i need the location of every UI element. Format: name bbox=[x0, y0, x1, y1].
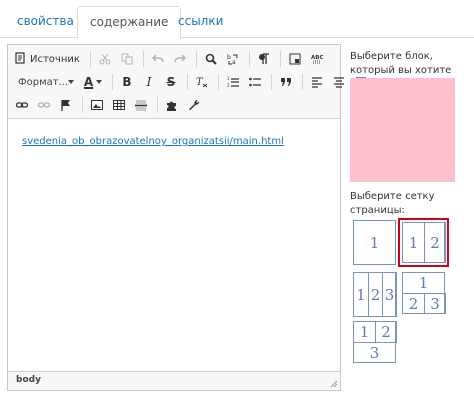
svg-text:ABC: ABC bbox=[311, 55, 323, 61]
grid-cell: 3 bbox=[382, 272, 397, 317]
wrench-icon bbox=[189, 99, 200, 111]
replace-icon: ba bbox=[227, 54, 238, 65]
align-left-button[interactable] bbox=[307, 72, 327, 92]
numbered-list-button[interactable]: 12 bbox=[223, 72, 243, 92]
strike-button[interactable]: S bbox=[161, 72, 181, 92]
scissors-icon bbox=[99, 53, 111, 65]
table-icon bbox=[113, 100, 125, 110]
editor-statusbar: body bbox=[8, 371, 340, 390]
editor-toolbar: Источник ba ABC Формат... A B I S T 1 2 bbox=[8, 45, 366, 119]
grid-cell: 3 bbox=[424, 293, 446, 314]
svg-text:T: T bbox=[196, 77, 204, 88]
format-dropdown-label: Формат... bbox=[18, 76, 69, 88]
blockquote-button[interactable] bbox=[276, 72, 296, 92]
italic-icon: I bbox=[146, 75, 152, 89]
resize-handle-icon[interactable] bbox=[330, 380, 338, 388]
spellcheck-button[interactable]: ABC bbox=[307, 49, 327, 69]
tab-bar: свойства содержание ссылки bbox=[0, 0, 474, 39]
chevron-down-icon bbox=[96, 80, 103, 84]
source-icon bbox=[15, 51, 27, 67]
tab-properties[interactable]: свойства bbox=[5, 6, 86, 38]
link-button[interactable] bbox=[12, 95, 32, 115]
horizontal-rule-button[interactable] bbox=[131, 95, 151, 115]
numbered-list-icon: 12 bbox=[227, 76, 239, 88]
grid-select-prompt: Выберите сетку страницы: bbox=[350, 191, 435, 216]
content-link[interactable]: svedenia_ob_obrazovatelnoy_organizatsii/… bbox=[22, 136, 284, 147]
spellcheck-icon: ABC bbox=[311, 55, 323, 64]
search-icon bbox=[205, 53, 217, 65]
find-button[interactable] bbox=[201, 49, 221, 69]
italic-button[interactable]: I bbox=[139, 72, 159, 92]
grid-cell: 2 bbox=[368, 272, 383, 317]
align-left-icon bbox=[312, 77, 322, 88]
svg-text:a: a bbox=[232, 59, 236, 65]
image-icon bbox=[91, 100, 103, 110]
grid-cell: 1 bbox=[353, 321, 376, 343]
redo-button[interactable] bbox=[170, 49, 190, 69]
editor-content-area[interactable]: svedenia_ob_obrazovatelnoy_organizatsii/… bbox=[8, 119, 340, 371]
grid-cell: 1 bbox=[402, 222, 425, 263]
grid-option-1[interactable]: 1 bbox=[353, 220, 396, 265]
undo-button[interactable] bbox=[148, 49, 168, 69]
undo-icon bbox=[151, 54, 164, 63]
table-button[interactable] bbox=[109, 95, 129, 115]
redo-icon bbox=[174, 54, 186, 63]
grid-option-5[interactable]: 1 2 3 bbox=[353, 321, 397, 363]
source-button[interactable]: Источник bbox=[12, 49, 83, 69]
source-label: Источник bbox=[30, 53, 80, 65]
grid-cell: 2 bbox=[375, 321, 397, 343]
quote-icon bbox=[281, 78, 291, 86]
grid-option-2[interactable]: 1 2 bbox=[398, 218, 449, 267]
image-button[interactable] bbox=[87, 95, 107, 115]
bulleted-list-button[interactable] bbox=[245, 72, 265, 92]
horizontal-rule-icon bbox=[135, 100, 147, 111]
grid-option-4[interactable]: 1 2 3 bbox=[402, 272, 446, 314]
grid-cell: 3 bbox=[353, 342, 396, 363]
settings-button[interactable] bbox=[184, 95, 204, 115]
paragraph-icon bbox=[258, 53, 269, 64]
link-icon bbox=[16, 102, 28, 108]
chevron-down-icon bbox=[68, 80, 75, 84]
tab-links[interactable]: ссылки bbox=[166, 6, 235, 38]
strikethrough-icon: S bbox=[166, 75, 176, 89]
replace-button[interactable]: ba bbox=[223, 49, 243, 69]
maximize-icon bbox=[289, 53, 301, 65]
block-preview[interactable] bbox=[350, 78, 455, 182]
plugin-button[interactable] bbox=[162, 95, 182, 115]
svg-text:b: b bbox=[227, 54, 231, 61]
show-blocks-button[interactable] bbox=[254, 49, 274, 69]
bulleted-list-icon bbox=[249, 77, 261, 87]
format-dropdown[interactable]: Формат... bbox=[12, 72, 76, 92]
maximize-button[interactable] bbox=[285, 49, 305, 69]
grid-cell: 1 bbox=[353, 272, 369, 317]
svg-text:1: 1 bbox=[227, 76, 230, 81]
grid-cell: 1 bbox=[402, 272, 445, 294]
align-center-button[interactable] bbox=[329, 72, 349, 92]
grid-cell: 2 bbox=[424, 222, 446, 263]
cut-button[interactable] bbox=[95, 49, 115, 69]
rich-text-editor: Источник ba ABC Формат... A B I S T 1 2 … bbox=[7, 44, 366, 391]
align-center-icon bbox=[334, 77, 344, 88]
unlink-button[interactable] bbox=[34, 95, 54, 115]
bold-icon: B bbox=[122, 75, 132, 89]
text-color-button[interactable]: A bbox=[80, 72, 106, 92]
anchor-button[interactable] bbox=[56, 95, 76, 115]
flag-icon bbox=[61, 100, 70, 111]
copy-button[interactable] bbox=[117, 49, 137, 69]
text-color-icon: A bbox=[83, 75, 94, 89]
element-path[interactable]: body bbox=[16, 375, 41, 385]
remove-format-button[interactable]: T bbox=[192, 72, 212, 92]
unlink-icon bbox=[38, 102, 50, 108]
bold-button[interactable]: B bbox=[117, 72, 137, 92]
puzzle-icon bbox=[167, 101, 176, 111]
grid-cell: 1 bbox=[353, 220, 396, 265]
grid-option-3[interactable]: 1 2 3 bbox=[353, 272, 397, 317]
grid-cell: 2 bbox=[402, 293, 425, 314]
svg-text:2: 2 bbox=[227, 83, 230, 88]
copy-icon bbox=[121, 53, 133, 65]
remove-format-icon: T bbox=[196, 77, 208, 88]
